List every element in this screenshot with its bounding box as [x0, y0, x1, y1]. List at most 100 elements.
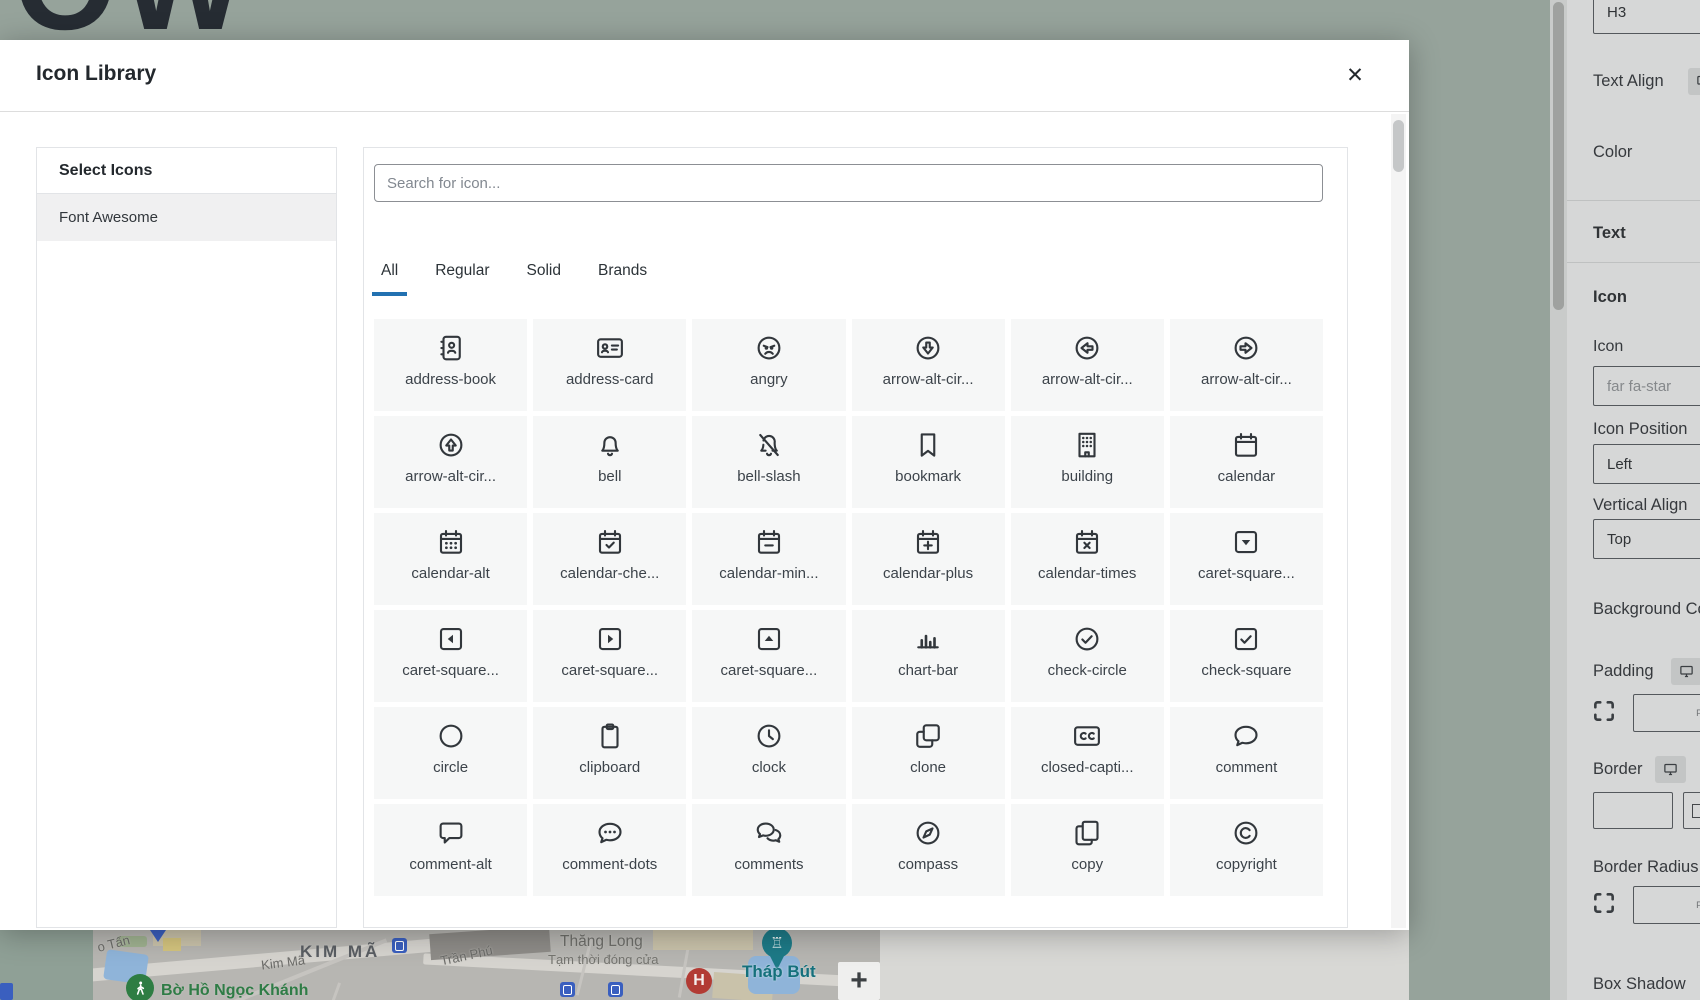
icon-card[interactable]: address-book [374, 319, 528, 411]
icon-card[interactable]: calendar-alt [374, 513, 528, 605]
icon-card-label: compass [898, 856, 959, 873]
icon-position-label: Icon Position [1593, 420, 1688, 438]
border-width-input[interactable] [1593, 792, 1673, 829]
icon-card[interactable]: caret-square... [533, 610, 687, 702]
border-radius-link-values-icon[interactable] [1591, 890, 1617, 916]
icon-card[interactable]: bell [533, 416, 687, 508]
padding-input[interactable]: PX [1633, 694, 1700, 732]
tab-regular[interactable]: Regular [426, 256, 498, 296]
calendar-minus-icon [692, 527, 845, 557]
tab-solid[interactable]: Solid [518, 256, 570, 296]
icon-card[interactable]: calendar-times [1010, 513, 1164, 605]
map-park-label: Bờ Hồ Ngọc Khánh [161, 982, 309, 999]
icon-card[interactable]: arrow-alt-cir... [1169, 319, 1323, 411]
icon-card[interactable]: check-square [1169, 610, 1323, 702]
icon-card-label: comment [1215, 759, 1278, 776]
map-poi-status: Tạm thời đóng cửa [548, 952, 659, 967]
google-map-embed[interactable]: o Tấn Kim Mã KIM MÃ Trần Phú Thăng Long … [93, 930, 880, 1000]
modal-title: Icon Library [36, 62, 157, 85]
icon-card[interactable]: clone [851, 707, 1005, 799]
icon-section-header[interactable]: Icon [1593, 288, 1627, 307]
icon-card[interactable]: calendar-che... [533, 513, 687, 605]
border-radius-unit: PX [1696, 899, 1700, 911]
padding-link-values-icon[interactable] [1591, 698, 1617, 724]
icon-card[interactable]: comment-alt [374, 804, 528, 896]
icon-card[interactable]: caret-square... [374, 610, 528, 702]
box-shadow-label: Box Shadow [1593, 975, 1686, 993]
park-icon [126, 974, 154, 1000]
icon-card[interactable]: copy [1010, 804, 1164, 896]
icon-card-label: arrow-alt-cir... [405, 468, 496, 485]
icon-card-label: arrow-alt-cir... [882, 371, 974, 388]
arrow-alt-circle-left-icon [1011, 333, 1164, 363]
icon-filter-tabs: All Regular Solid Brands [372, 256, 656, 296]
tab-brands[interactable]: Brands [589, 256, 656, 296]
comment-dots-icon [533, 818, 686, 848]
icon-card[interactable]: comment [1169, 707, 1323, 799]
window-scrollbar-thumb[interactable] [1553, 2, 1564, 310]
icon-card-label: comment-alt [409, 856, 492, 873]
search-input[interactable] [374, 164, 1323, 202]
icon-card[interactable]: arrow-alt-cir... [374, 416, 528, 508]
icon-card[interactable]: comments [692, 804, 846, 896]
icon-card[interactable]: bookmark [851, 416, 1005, 508]
icon-card[interactable]: clock [692, 707, 846, 799]
heading-level-value: H3 [1607, 3, 1627, 21]
border-radius-input[interactable]: PX [1633, 886, 1700, 924]
icon-card-label: caret-square... [1198, 565, 1295, 582]
padding-responsive-button[interactable] [1671, 658, 1700, 685]
icon-library-modal: Icon Library ✕ Select Icons Font Awesome… [0, 40, 1409, 930]
icon-card[interactable]: circle [374, 707, 528, 799]
map-zoom-in-button[interactable]: + [838, 962, 880, 1000]
icon-card[interactable]: calendar-min... [692, 513, 846, 605]
icon-grid: address-book address-card angry arrow-alt-c… [374, 319, 1323, 896]
icon-card[interactable]: address-card [533, 319, 687, 411]
modal-scrollbar-thumb[interactable] [1393, 120, 1404, 172]
window-scrollbar[interactable] [1550, 0, 1567, 1000]
icon-card[interactable]: clipboard [533, 707, 687, 799]
icon-card[interactable]: angry [692, 319, 846, 411]
icon-source-font-awesome[interactable]: Font Awesome [37, 194, 336, 241]
icon-card[interactable]: arrow-alt-cir... [1010, 319, 1164, 411]
map-road [327, 982, 342, 1000]
icon-card[interactable]: compass [851, 804, 1005, 896]
icon-position-select[interactable]: Left [1593, 444, 1700, 484]
icon-card[interactable]: copyright [1169, 804, 1323, 896]
icon-value-input[interactable]: far fa-star [1593, 366, 1700, 406]
text-section-header[interactable]: Text [1593, 224, 1626, 243]
icon-card[interactable]: arrow-alt-cir... [851, 319, 1005, 411]
icon-card[interactable]: chart-bar [851, 610, 1005, 702]
map-block [653, 930, 753, 950]
tab-all[interactable]: All [372, 256, 408, 296]
text-align-responsive-button[interactable] [1688, 68, 1700, 95]
border-responsive-button[interactable] [1655, 756, 1686, 783]
icon-card[interactable]: comment-dots [533, 804, 687, 896]
icon-card[interactable]: check-circle [1010, 610, 1164, 702]
icon-card[interactable]: caret-square... [1169, 513, 1323, 605]
close-icon[interactable]: ✕ [1340, 60, 1370, 90]
calendar-icon [1170, 430, 1323, 460]
border-style-select[interactable] [1683, 792, 1700, 829]
map-poi-badge [0, 983, 13, 1000]
clipboard-icon [533, 721, 686, 751]
heading-level-select[interactable]: H3 [1593, 0, 1700, 34]
icon-card[interactable]: calendar [1169, 416, 1323, 508]
icon-card-label: arrow-alt-cir... [1200, 371, 1292, 388]
calendar-check-icon [533, 527, 686, 557]
vertical-align-select[interactable]: Top [1593, 519, 1700, 559]
comment-alt-icon [374, 818, 527, 848]
modal-scrollbar[interactable] [1391, 114, 1406, 928]
modal-header: Icon Library ✕ [0, 40, 1409, 112]
page-background-left-strip [0, 930, 93, 1000]
icon-card-label: bell-slash [737, 468, 801, 485]
block-settings-panel: H3 Text Align Color Text Icon Icon far f… [1567, 0, 1700, 1000]
icon-card[interactable]: building [1010, 416, 1164, 508]
icon-card-label: calendar-plus [883, 565, 974, 582]
check-square-icon [1170, 624, 1323, 654]
icon-card[interactable]: closed-capti... [1010, 707, 1164, 799]
hospital-marker: H [686, 968, 712, 994]
bell-slash-icon [692, 430, 845, 460]
icon-card[interactable]: calendar-plus [851, 513, 1005, 605]
icon-card[interactable]: bell-slash [692, 416, 846, 508]
icon-card[interactable]: caret-square... [692, 610, 846, 702]
